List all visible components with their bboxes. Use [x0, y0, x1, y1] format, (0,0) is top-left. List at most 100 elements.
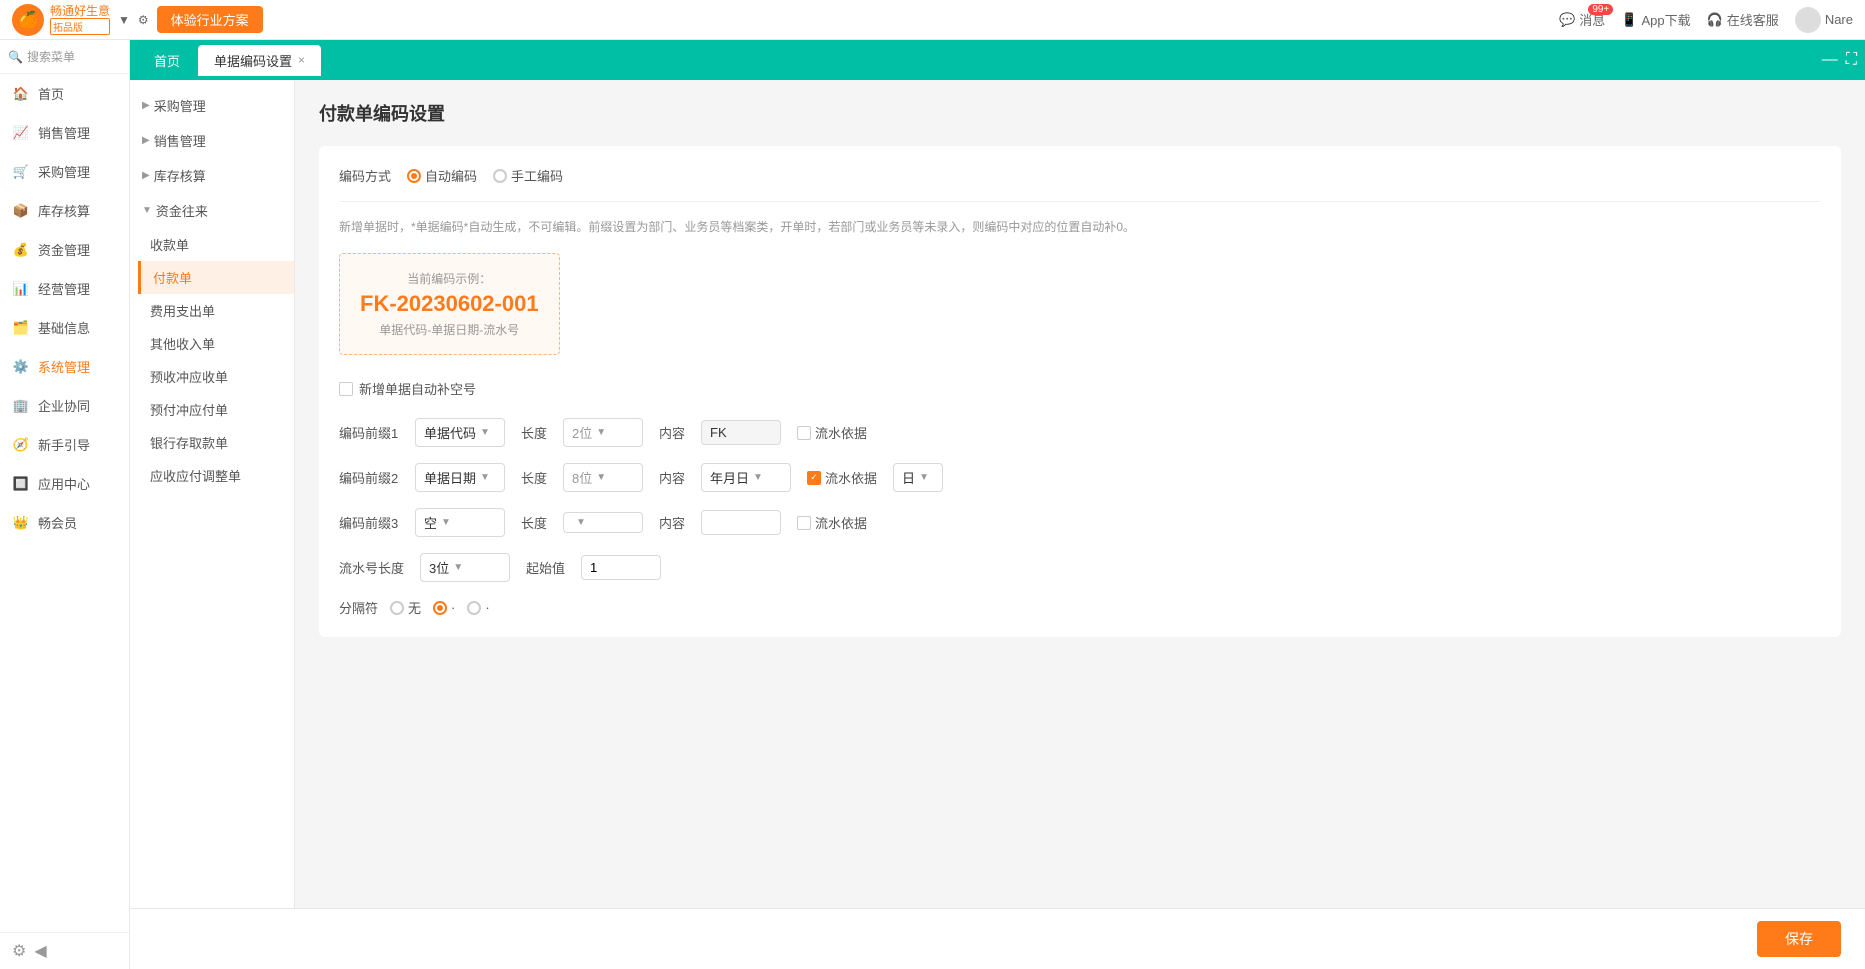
- left-menu-finance-header[interactable]: ▼ 资金往来: [130, 193, 294, 228]
- tab-home[interactable]: 首页: [138, 45, 196, 76]
- app-icon: 📱: [1621, 12, 1637, 28]
- stream2-unit-select[interactable]: 日 ▼: [893, 463, 943, 492]
- sidebar-item-purchase[interactable]: 🛒 采购管理: [0, 152, 129, 191]
- left-menu-item-banksaving[interactable]: 银行存取款单: [138, 426, 294, 459]
- tab-maximize-btn[interactable]: ⛶: [1846, 51, 1857, 69]
- stream2-unit-arrow-icon: ▼: [919, 472, 929, 483]
- prefix3-label: 编码前缀3: [339, 513, 399, 532]
- settings-icon[interactable]: ⚙: [138, 13, 149, 27]
- content1-label: 内容: [659, 423, 685, 442]
- length3-select[interactable]: ▼: [563, 512, 643, 533]
- length2-arrow-icon: ▼: [596, 472, 606, 483]
- length1-select[interactable]: 2位 ▼: [563, 418, 643, 447]
- tab-encode-settings[interactable]: 单据编码设置 ×: [198, 45, 321, 76]
- content2-select[interactable]: 年月日 ▼: [701, 463, 791, 492]
- sidebar-item-home[interactable]: 🏠 首页: [0, 74, 129, 113]
- user-menu[interactable]: Nare: [1795, 7, 1853, 33]
- serial-length-arrow-icon: ▼: [453, 562, 463, 573]
- length3-label: 长度: [521, 513, 547, 532]
- left-menu-group-purchase: ▶ 采购管理: [130, 88, 294, 123]
- sidebar-item-operation[interactable]: 📊 经营管理: [0, 269, 129, 308]
- left-menu-inventory-header[interactable]: ▶ 库存核算: [130, 158, 294, 193]
- tab-close-btn[interactable]: ×: [298, 53, 305, 67]
- message-btn[interactable]: 💬 消息 99+: [1559, 10, 1605, 29]
- settings-card: 编码方式 自动编码 手工编码: [319, 146, 1841, 637]
- content3-label: 内容: [659, 513, 685, 532]
- code-preview-label: 当前编码示例：: [360, 270, 539, 287]
- prefix2-label: 编码前缀2: [339, 468, 399, 487]
- home-icon: 🏠: [12, 85, 30, 103]
- sidebar: 🔍 搜索菜单 🏠 首页 📈 销售管理 🛒 采购管理 📦 库存核算 💰: [0, 40, 130, 969]
- sep-radio-dot1[interactable]: ·: [433, 600, 455, 615]
- auto-fill-checkbox[interactable]: [339, 382, 353, 396]
- stream3-checkbox[interactable]: 流水依据: [797, 513, 867, 532]
- sidebar-item-inventory[interactable]: 📦 库存核算: [0, 191, 129, 230]
- sep-radio-none[interactable]: 无: [390, 598, 421, 617]
- logo-icon: 🍊: [12, 4, 44, 36]
- start-value-input[interactable]: [581, 555, 661, 580]
- app-download-btn[interactable]: 📱 App下载: [1621, 10, 1690, 29]
- avatar: [1795, 7, 1821, 33]
- length2-select[interactable]: 8位 ▼: [563, 463, 643, 492]
- content2-label: 内容: [659, 468, 685, 487]
- message-icon: 💬: [1559, 12, 1575, 28]
- arrow-right-icon2: ▶: [142, 135, 150, 146]
- top-bar-controls: ▼ ⚙ 体验行业方案: [118, 6, 263, 33]
- serial-length-label: 流水号长度: [339, 558, 404, 577]
- left-menu-item-receipt[interactable]: 收款单: [138, 228, 294, 261]
- stream1-checkbox[interactable]: 流水依据: [797, 423, 867, 442]
- sidebar-bottom: ⚙ ◀: [0, 932, 129, 969]
- left-menu-purchase-header[interactable]: ▶ 采购管理: [130, 88, 294, 123]
- serial-length-select[interactable]: 3位 ▼: [420, 553, 510, 582]
- code-preview: 当前编码示例： FK-20230602-001 单据代码-单据日期-流水号: [339, 253, 560, 355]
- left-menu-item-adjustment[interactable]: 应收应付调整单: [138, 459, 294, 492]
- auto-fill-checkbox-row: 新增单据自动补空号: [339, 379, 1821, 398]
- sidebar-item-enterprise[interactable]: 🏢 企业协同: [0, 386, 129, 425]
- sidebar-collapse-btn[interactable]: ◀: [34, 941, 46, 961]
- left-menu-finance-items: 收款单 付款单 费用支出单 其他收入单 预收冲应收单: [130, 228, 294, 492]
- auto-encode-radio[interactable]: 自动编码: [407, 166, 477, 185]
- prefix2-select[interactable]: 单据日期 ▼: [415, 463, 505, 492]
- serial-row: 流水号长度 3位 ▼ 起始值: [339, 553, 1821, 582]
- left-menu-item-otherincome[interactable]: 其他收入单: [138, 327, 294, 360]
- stream2-checkbox[interactable]: ✓ 流水依据: [807, 468, 877, 487]
- prefix1-select[interactable]: 单据代码 ▼: [415, 418, 505, 447]
- left-menu-item-payment[interactable]: 付款单: [138, 261, 294, 294]
- save-button[interactable]: 保存: [1757, 921, 1841, 957]
- code-preview-value: FK-20230602-001: [360, 291, 539, 317]
- finance-icon: 💰: [12, 241, 30, 259]
- tab-bar: 首页 单据编码设置 × — ⛶: [130, 40, 1865, 80]
- trial-btn[interactable]: 体验行业方案: [157, 6, 263, 33]
- content3-input[interactable]: [701, 510, 781, 535]
- sidebar-item-member[interactable]: 👑 畅会员: [0, 503, 129, 542]
- content-area: 首页 单据编码设置 × — ⛶ ▶ 采购管理: [130, 40, 1865, 969]
- member-icon: 👑: [12, 514, 30, 532]
- manual-encode-radio[interactable]: 手工编码: [493, 166, 563, 185]
- sidebar-item-finance[interactable]: 💰 资金管理: [0, 230, 129, 269]
- sep-radio-dot2[interactable]: ·: [467, 600, 489, 615]
- sidebar-item-sales[interactable]: 📈 销售管理: [0, 113, 129, 152]
- sidebar-item-basic[interactable]: 🗂️ 基础信息: [0, 308, 129, 347]
- page-title: 付款单编码设置: [319, 100, 1841, 126]
- left-menu-sales-header[interactable]: ▶ 销售管理: [130, 123, 294, 158]
- sidebar-settings-btn[interactable]: ⚙: [12, 941, 26, 961]
- search-menu-btn[interactable]: 🔍 搜索菜单: [0, 40, 129, 74]
- length1-label: 长度: [521, 423, 547, 442]
- sidebar-item-guide[interactable]: 🧭 新手引导: [0, 425, 129, 464]
- arrow-right-icon: ▶: [142, 100, 150, 111]
- prefix-row-1: 编码前缀1 单据代码 ▼ 长度 2位 ▼ 内容: [339, 418, 1821, 447]
- stream3-checkbox-box: [797, 516, 811, 530]
- search-icon: 🔍: [8, 50, 23, 64]
- sidebar-item-apps[interactable]: 🔲 应用中心: [0, 464, 129, 503]
- content1-input[interactable]: [701, 420, 781, 445]
- prefix3-select[interactable]: 空 ▼: [415, 508, 505, 537]
- sidebar-item-system[interactable]: ⚙️ 系统管理: [0, 347, 129, 386]
- left-menu-item-prepayment[interactable]: 预付冲应付单: [138, 393, 294, 426]
- left-menu-item-prepayreceive[interactable]: 预收冲应收单: [138, 360, 294, 393]
- tab-minimize-btn[interactable]: —: [1822, 51, 1838, 69]
- prefix-row-3: 编码前缀3 空 ▼ 长度 ▼ 内容: [339, 508, 1821, 537]
- auto-fill-label: 新增单据自动补空号: [359, 379, 476, 398]
- company-dropdown[interactable]: ▼: [118, 13, 130, 27]
- left-menu-item-expense[interactable]: 费用支出单: [138, 294, 294, 327]
- online-service-btn[interactable]: 🎧 在线客服: [1707, 10, 1779, 29]
